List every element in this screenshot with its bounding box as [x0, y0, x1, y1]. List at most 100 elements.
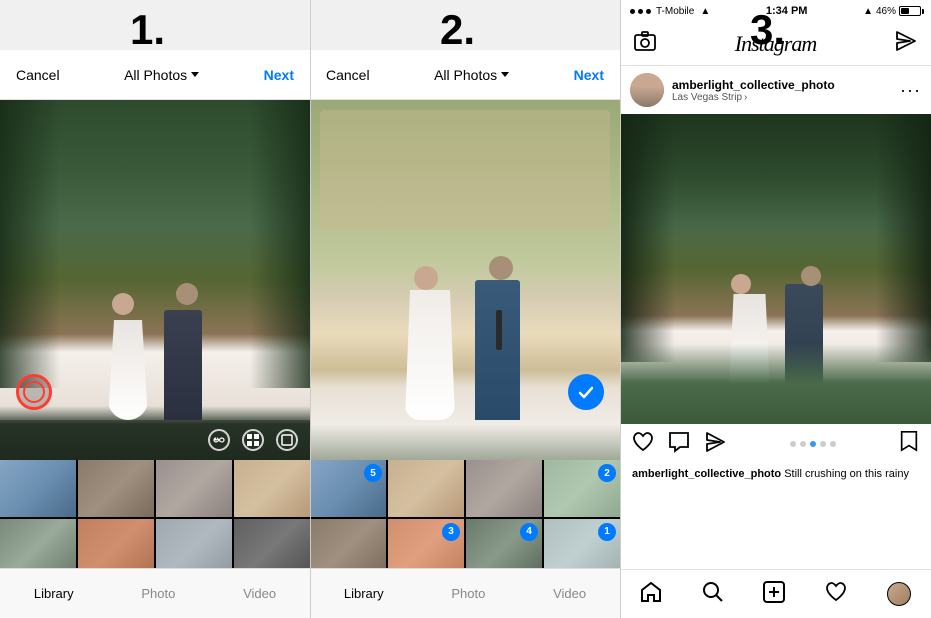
tab-video[interactable]: Video [243, 586, 276, 601]
dot-2 [800, 441, 806, 447]
badge-2: 2 [598, 464, 616, 482]
battery-icon [899, 6, 921, 16]
photo-grid-1 [0, 460, 310, 575]
ig-profile-button[interactable] [887, 582, 911, 606]
dot-3 [810, 441, 816, 447]
grid-cell[interactable] [388, 460, 464, 517]
share-button[interactable] [704, 431, 726, 458]
dot-1 [790, 441, 796, 447]
battery-percent: 46% [876, 6, 896, 17]
nav-title-1[interactable]: All Photos [124, 67, 199, 83]
grid-cell[interactable] [0, 519, 76, 576]
grid-cell[interactable] [234, 460, 310, 517]
select-circle-1[interactable] [16, 374, 52, 410]
tab-library[interactable]: Library [34, 586, 74, 601]
nav-bar-2: Cancel All Photos Next [310, 50, 620, 100]
bookmark-button[interactable] [899, 430, 919, 458]
phone-screen-3: T-Mobile ▲ 1:34 PM ▲ 46% Instagram [620, 0, 931, 618]
cancel-button-1[interactable]: Cancel [16, 67, 60, 83]
nav-bar-1: Cancel All Photos Next [0, 50, 310, 100]
ig-search-button[interactable] [702, 581, 724, 608]
grid-cell[interactable]: 3 [388, 519, 464, 576]
next-button-2[interactable]: Next [574, 67, 604, 83]
divider-2 [620, 0, 621, 618]
caption-text: Still crushing on this rainy [784, 468, 909, 480]
next-button-1[interactable]: Next [264, 67, 294, 83]
phone-screen-2: Cancel All Photos Next [310, 0, 620, 618]
post-user-info: amberlight_collective_photo Las Vegas St… [672, 78, 892, 103]
ig-activity-button[interactable] [825, 581, 847, 608]
badge-3: 3 [442, 523, 460, 541]
chevron-down-icon-1 [191, 72, 199, 77]
grid-cell[interactable] [156, 519, 232, 576]
grid-cell[interactable]: 1 [544, 519, 620, 576]
nav-title-text-2: All Photos [434, 67, 497, 83]
grid-cell[interactable] [0, 460, 76, 517]
carousel-dots [740, 441, 885, 447]
main-photo-2 [310, 100, 620, 460]
square-icon[interactable] [276, 429, 298, 451]
tab-photo-2[interactable]: Photo [451, 586, 485, 601]
comment-button[interactable] [668, 431, 690, 458]
badge-1: 1 [598, 523, 616, 541]
step-2-label: 2. [440, 6, 475, 54]
like-button[interactable] [632, 431, 654, 458]
post-caption: amberlight_collective_photo Still crushi… [620, 464, 931, 484]
bottom-tabs-2: Library Photo Video [310, 568, 620, 618]
photo-grid-2: 5 2 3 4 1 [310, 460, 620, 575]
ig-add-button[interactable] [763, 581, 785, 608]
signal-dot-2 [638, 9, 643, 14]
main-photo-1 [0, 100, 310, 460]
ig-home-button[interactable] [640, 581, 662, 608]
step-1-label: 1. [130, 6, 165, 54]
photo-toolbar-1 [0, 420, 310, 460]
wifi-icon: ▲ [700, 6, 710, 17]
infinity-icon[interactable] [208, 429, 230, 451]
tab-photo[interactable]: Photo [141, 586, 175, 601]
grid-icon[interactable] [242, 429, 264, 451]
cancel-button-2[interactable]: Cancel [326, 67, 370, 83]
grid-cell[interactable] [78, 519, 154, 576]
dot-4 [820, 441, 826, 447]
post-actions [620, 424, 931, 464]
status-left: T-Mobile ▲ [630, 6, 710, 17]
grid-cell[interactable] [466, 460, 542, 517]
post-location[interactable]: Las Vegas Strip › [672, 92, 892, 103]
carrier-text: T-Mobile [656, 6, 694, 17]
nav-title-2[interactable]: All Photos [434, 67, 509, 83]
send-icon[interactable] [895, 30, 917, 57]
select-circle-2[interactable] [568, 374, 604, 410]
badge-5: 5 [364, 464, 382, 482]
tab-video-2[interactable]: Video [553, 586, 586, 601]
status-right: ▲ 46% [863, 6, 921, 17]
grid-cell[interactable]: 4 [466, 519, 542, 576]
post-username[interactable]: amberlight_collective_photo [672, 78, 892, 92]
nav-title-text-1: All Photos [124, 67, 187, 83]
location-arrow-icon: ▲ [863, 6, 873, 17]
tab-library-2[interactable]: Library [344, 586, 384, 601]
grid-cell[interactable] [234, 519, 310, 576]
phone-screen-1: Cancel All Photos Next [0, 0, 310, 618]
grid-cell[interactable] [156, 460, 232, 517]
select-circle-inner-1 [23, 381, 45, 403]
signal-dot-3 [646, 9, 651, 14]
signal-dot-1 [630, 9, 635, 14]
step-3-label: 3. [750, 6, 785, 54]
grid-cell[interactable]: 2 [544, 460, 620, 517]
caption-username[interactable]: amberlight_collective_photo [632, 468, 781, 480]
avatar [630, 73, 664, 107]
grid-cell[interactable] [310, 519, 386, 576]
grid-cell[interactable] [78, 460, 154, 517]
dot-5 [830, 441, 836, 447]
grid-cell[interactable]: 5 [310, 460, 386, 517]
badge-4: 4 [520, 523, 538, 541]
post-photo [620, 114, 931, 424]
more-options-button[interactable]: ··· [900, 80, 921, 101]
camera-icon[interactable] [634, 30, 656, 58]
chevron-down-icon-2 [501, 72, 509, 77]
post-header: amberlight_collective_photo Las Vegas St… [620, 66, 931, 114]
bottom-tabs-1: Library Photo Video [0, 568, 310, 618]
divider-1 [310, 0, 311, 618]
ig-bottom-nav [620, 569, 931, 618]
avatar-face [630, 73, 664, 107]
